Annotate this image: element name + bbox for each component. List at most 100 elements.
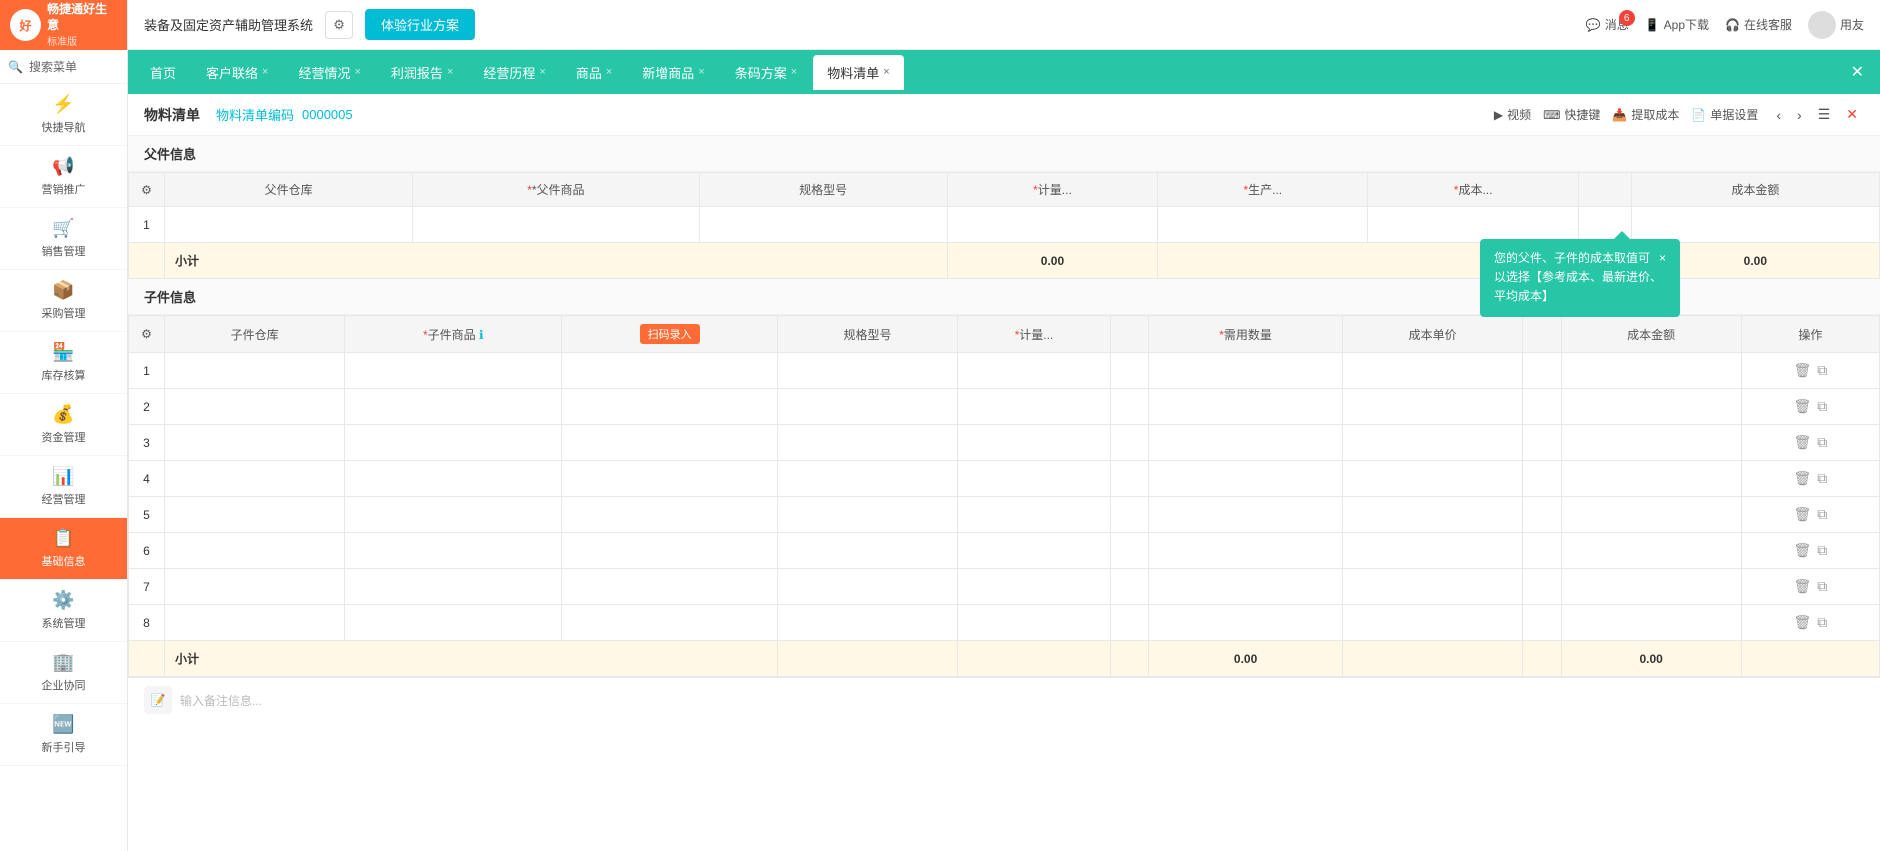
child-row-2-spec[interactable] — [777, 389, 957, 425]
next-page-button[interactable]: › — [1791, 105, 1808, 125]
delete-row-2-button[interactable]: 🗑 — [1793, 398, 1811, 415]
child-row-4-goods[interactable] — [345, 461, 562, 497]
settings-button[interactable]: ⚙ — [325, 11, 353, 39]
sidebar-item-inventory[interactable]: 🏪 库存核算 — [0, 332, 127, 394]
tab-close-history[interactable]: × — [539, 66, 545, 78]
sidebar-item-sales[interactable]: 🛒 销售管理 — [0, 208, 127, 270]
child-row-6-unit[interactable] — [958, 533, 1111, 569]
child-row-4-unit-cost[interactable] — [1343, 461, 1523, 497]
child-row-5-unit-cost[interactable] — [1343, 497, 1523, 533]
message-button[interactable]: 💬 消息 6 — [1586, 16, 1629, 33]
parent-col-gear[interactable]: ⚙ — [129, 173, 165, 207]
child-row-1-goods[interactable] — [345, 353, 562, 389]
extract-cost-button[interactable]: 📥 提取成本 — [1612, 106, 1679, 123]
delete-row-4-button[interactable]: 🗑 — [1793, 470, 1811, 487]
child-row-4-spec[interactable] — [777, 461, 957, 497]
child-row-3-spec[interactable] — [777, 425, 957, 461]
tab-goods[interactable]: 商品 × — [562, 55, 626, 90]
tab-customer[interactable]: 客户联络 × — [192, 55, 282, 90]
parent-row-1-cost[interactable] — [1368, 207, 1578, 243]
child-col-gear[interactable]: ⚙ — [129, 316, 165, 353]
tab-add-goods[interactable]: 新增商品 × — [628, 55, 718, 90]
tab-home[interactable]: 首页 — [136, 55, 190, 90]
delete-row-6-button[interactable]: 🗑 — [1793, 542, 1811, 559]
child-row-5-spec[interactable] — [777, 497, 957, 533]
sidebar-item-basic[interactable]: 📋 基础信息 — [0, 518, 127, 580]
single-settings-button[interactable]: 📄 单据设置 — [1691, 106, 1758, 123]
child-row-7-warehouse[interactable] — [165, 569, 345, 605]
copy-row-6-button[interactable]: ⧉ — [1817, 542, 1827, 559]
user-menu[interactable]: 用友 — [1808, 11, 1864, 39]
parent-row-1-warehouse[interactable] — [165, 207, 413, 243]
child-row-1-unit[interactable] — [958, 353, 1111, 389]
sidebar-item-guide[interactable]: 🆕 新手引导 — [0, 704, 127, 766]
child-row-5-warehouse[interactable] — [165, 497, 345, 533]
scan-input-button[interactable]: 扫码录入 — [640, 324, 700, 344]
tab-close-customer[interactable]: × — [262, 66, 268, 78]
tab-history[interactable]: 经营历程 × — [469, 55, 559, 90]
child-row-5-unit[interactable] — [958, 497, 1111, 533]
child-row-1-spec[interactable] — [777, 353, 957, 389]
child-row-2-unit[interactable] — [958, 389, 1111, 425]
copy-row-5-button[interactable]: ⧉ — [1817, 506, 1827, 523]
child-row-7-unit-cost[interactable] — [1343, 569, 1523, 605]
tab-close-operations[interactable]: × — [354, 66, 360, 78]
child-row-4-quantity[interactable] — [1149, 461, 1343, 497]
child-row-5-goods[interactable] — [345, 497, 562, 533]
expand-button[interactable]: ☰ — [1812, 104, 1837, 125]
child-row-3-quantity[interactable] — [1149, 425, 1343, 461]
child-row-1-warehouse[interactable] — [165, 353, 345, 389]
delete-row-1-button[interactable]: 🗑 — [1793, 362, 1811, 379]
child-row-7-unit[interactable] — [958, 569, 1111, 605]
child-row-6-warehouse[interactable] — [165, 533, 345, 569]
tab-close-add-goods[interactable]: × — [698, 66, 704, 78]
copy-row-2-button[interactable]: ⧉ — [1817, 398, 1827, 415]
tab-close-barcode[interactable]: × — [791, 66, 797, 78]
online-service-button[interactable]: 🎧 在线客服 — [1725, 16, 1792, 33]
note-placeholder[interactable]: 输入备注信息... — [180, 692, 262, 709]
child-row-2-goods[interactable] — [345, 389, 562, 425]
child-row-8-unit[interactable] — [958, 605, 1111, 641]
copy-row-7-button[interactable]: ⧉ — [1817, 578, 1827, 595]
sidebar-item-quick-nav[interactable]: ⚡ 快捷导航 — [0, 84, 127, 146]
prev-page-button[interactable]: ‹ — [1770, 105, 1787, 125]
parent-row-1-unit[interactable] — [947, 207, 1157, 243]
child-row-5-quantity[interactable] — [1149, 497, 1343, 533]
child-row-8-warehouse[interactable] — [165, 605, 345, 641]
tab-close-profit[interactable]: × — [447, 66, 453, 78]
delete-row-5-button[interactable]: 🗑 — [1793, 506, 1811, 523]
sidebar-item-operations[interactable]: 📊 经营管理 — [0, 456, 127, 518]
experience-button[interactable]: 体验行业方案 — [365, 9, 475, 40]
child-row-2-quantity[interactable] — [1149, 389, 1343, 425]
copy-row-3-button[interactable]: ⧉ — [1817, 434, 1827, 451]
parent-row-1-goods[interactable] — [413, 207, 699, 243]
child-row-2-warehouse[interactable] — [165, 389, 345, 425]
child-row-3-warehouse[interactable] — [165, 425, 345, 461]
shortcut-button[interactable]: ⌨ 快捷键 — [1543, 106, 1600, 123]
close-form-button[interactable]: ✕ — [1840, 104, 1864, 125]
child-row-6-quantity[interactable] — [1149, 533, 1343, 569]
sidebar-item-finance[interactable]: 💰 资金管理 — [0, 394, 127, 456]
child-row-8-quantity[interactable] — [1149, 605, 1343, 641]
child-row-1-quantity[interactable] — [1149, 353, 1343, 389]
copy-row-4-button[interactable]: ⧉ — [1817, 470, 1827, 487]
tab-close-goods[interactable]: × — [606, 66, 612, 78]
delete-row-7-button[interactable]: 🗑 — [1793, 578, 1811, 595]
sidebar-item-system[interactable]: ⚙️ 系统管理 — [0, 580, 127, 642]
child-row-8-spec[interactable] — [777, 605, 957, 641]
child-row-3-unit-cost[interactable] — [1343, 425, 1523, 461]
child-row-2-unit-cost[interactable] — [1343, 389, 1523, 425]
tab-bom[interactable]: 物料清单 × — [813, 55, 903, 90]
search-menu[interactable]: 🔍 搜索菜单 — [0, 50, 127, 84]
child-row-8-unit-cost[interactable] — [1343, 605, 1523, 641]
tab-profit[interactable]: 利润报告 × — [377, 55, 467, 90]
child-row-3-unit[interactable] — [958, 425, 1111, 461]
child-row-7-goods[interactable] — [345, 569, 562, 605]
child-row-3-goods[interactable] — [345, 425, 562, 461]
parent-row-1-production[interactable] — [1158, 207, 1368, 243]
child-row-7-spec[interactable] — [777, 569, 957, 605]
child-col-scan[interactable]: 扫码录入 — [562, 316, 778, 353]
close-all-tabs[interactable]: ✕ — [1843, 58, 1872, 86]
tab-barcode[interactable]: 条码方案 × — [721, 55, 811, 90]
delete-row-8-button[interactable]: 🗑 — [1793, 614, 1811, 631]
